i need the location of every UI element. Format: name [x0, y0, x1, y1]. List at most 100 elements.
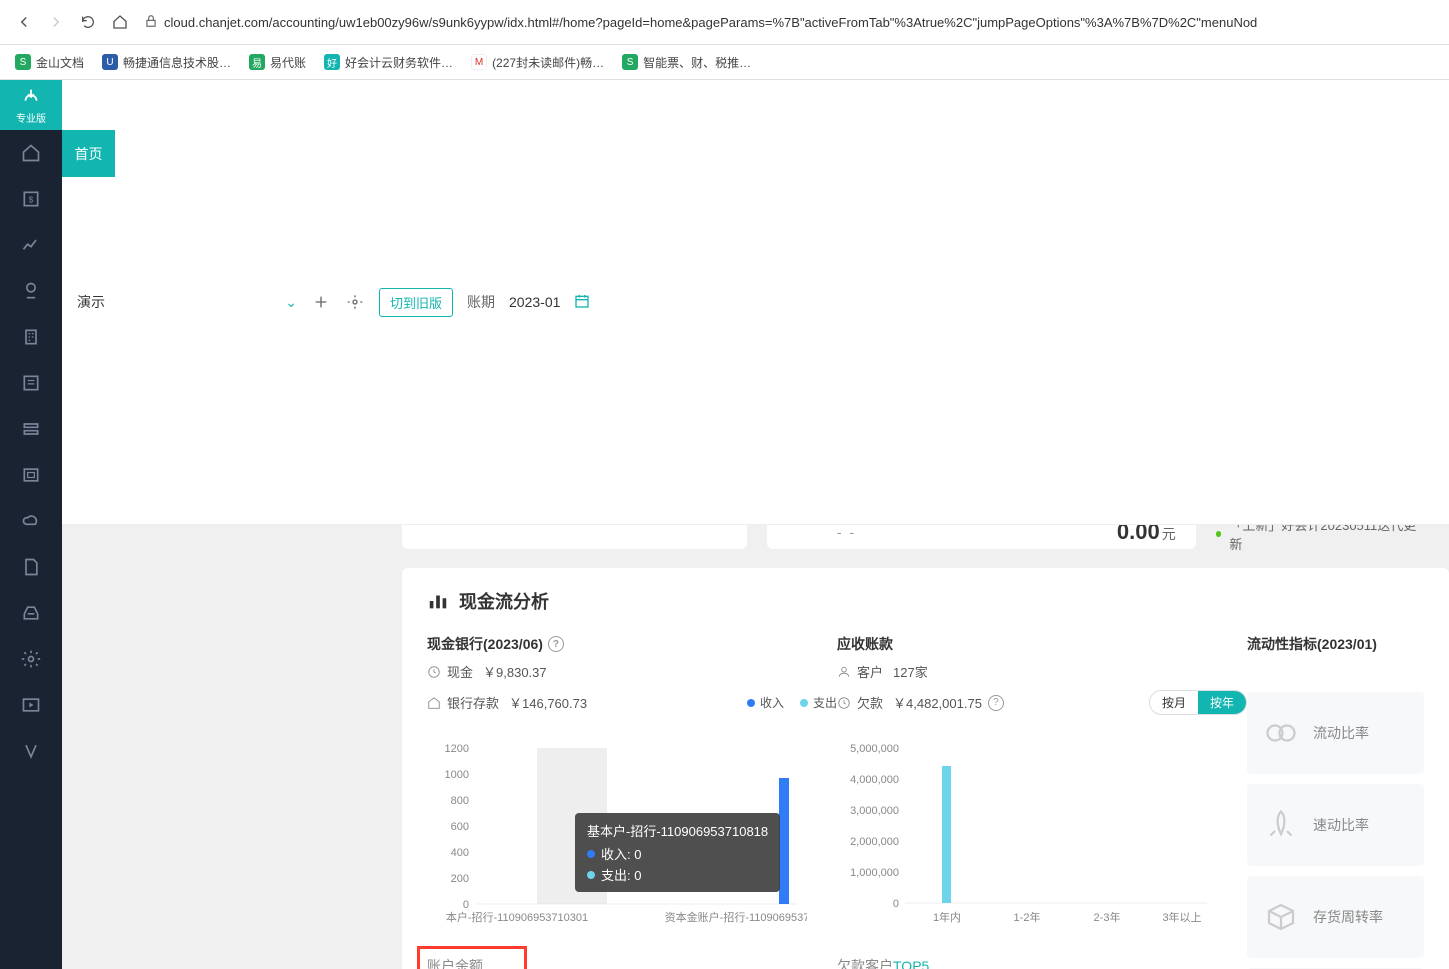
- toggle-month[interactable]: 按月: [1150, 691, 1198, 714]
- svg-text:1000: 1000: [445, 769, 469, 781]
- home-button[interactable]: [106, 8, 134, 36]
- receivable-section-title: 应收账款: [837, 634, 1247, 654]
- sidebar-nav-cloud[interactable]: [0, 498, 62, 544]
- switch-old-version-button[interactable]: 切到旧版: [379, 288, 453, 317]
- status-dot-icon: [1216, 531, 1222, 537]
- sidebar-nav-settings[interactable]: [0, 636, 62, 682]
- reload-button[interactable]: [74, 8, 102, 36]
- bookmark-icon: 好: [324, 54, 340, 70]
- logo-subtitle: 专业版: [16, 110, 46, 125]
- legend-expense: 支出: [800, 694, 837, 711]
- top-card-partial-2: - - 0.00元: [767, 525, 1196, 549]
- svg-text:600: 600: [451, 821, 469, 833]
- zero-unit: 元: [1162, 526, 1176, 542]
- sidebar-nav-building[interactable]: [0, 314, 62, 360]
- svg-text:本户-招行-110906953710301: 本户-招行-110906953710301: [446, 910, 588, 924]
- bar-income: [779, 778, 789, 904]
- sidebar-nav-voucher[interactable]: $: [0, 176, 62, 222]
- sidebar-nav-doc[interactable]: [0, 544, 62, 590]
- period-toggle[interactable]: 按月 按年: [1149, 690, 1247, 715]
- news-ticker[interactable]: 「上新」好会计20230511迭代更新: [1216, 525, 1429, 553]
- legend-income: 收入: [747, 694, 784, 711]
- help-icon[interactable]: ?: [548, 636, 564, 652]
- wallet-icon: [427, 665, 441, 679]
- bookmark-item[interactable]: S金山文档: [15, 54, 84, 71]
- toggle-year[interactable]: 按年: [1198, 691, 1246, 714]
- balance-subtitle: 账户余额: [427, 956, 837, 969]
- cashflow-analysis-card: 现金流分析 现金银行(2023/06) ? 现金 ￥9,830.37: [402, 568, 1449, 969]
- svg-text:200: 200: [451, 873, 469, 885]
- svg-text:1-2年: 1-2年: [1014, 910, 1041, 924]
- bookmark-item[interactable]: 好好会计云财务软件…: [324, 54, 453, 71]
- indicator-quick-ratio[interactable]: 速动比率: [1247, 784, 1424, 866]
- deposit-label: 银行存款: [447, 693, 499, 712]
- sidebar-nav-report[interactable]: [0, 222, 62, 268]
- owed-label: 欠款: [857, 693, 883, 712]
- svg-text:4,000,000: 4,000,000: [850, 774, 899, 786]
- main-sidebar: 专业版 $: [0, 80, 62, 969]
- cash-bank-chart[interactable]: 1200 1000 800 600 400 200 0 本户-招行-110: [427, 738, 837, 938]
- bar-chart-icon: [427, 590, 449, 612]
- chevron-down-icon: ⌄: [285, 294, 297, 311]
- url-text: cloud.chanjet.com/accounting/uw1eb00zy96…: [164, 15, 1257, 30]
- bookmark-item[interactable]: S智能票、财、税推…: [622, 54, 751, 71]
- svg-text:400: 400: [451, 847, 469, 859]
- svg-text:1,000,000: 1,000,000: [850, 867, 899, 879]
- period-value: 2023-01: [509, 294, 560, 310]
- bookmark-icon: 易: [249, 54, 265, 70]
- sidebar-nav-archive[interactable]: [0, 452, 62, 498]
- bookmark-item[interactable]: 易易代账: [249, 54, 306, 71]
- bookmark-icon: U: [102, 54, 118, 70]
- bookmark-icon: M: [471, 54, 487, 70]
- settings-button[interactable]: [345, 292, 365, 312]
- sidebar-nav-inbox[interactable]: [0, 590, 62, 636]
- debt-icon: [837, 696, 851, 710]
- bookmark-item[interactable]: M(227封未读邮件)畅…: [471, 54, 604, 71]
- calendar-icon[interactable]: [574, 293, 590, 312]
- indicator-inventory-turnover[interactable]: 存货周转率: [1247, 876, 1424, 958]
- svg-text:2-3年: 2-3年: [1094, 910, 1121, 924]
- sidebar-nav-v[interactable]: [0, 728, 62, 774]
- header-bar: 首页 演示 ⌄ 切到旧版 账期 2023-01: [62, 80, 1449, 525]
- svg-text:$: $: [29, 194, 34, 204]
- customer-icon: [837, 665, 851, 679]
- card-title: 现金流分析: [459, 588, 549, 614]
- svg-text:2,000,000: 2,000,000: [850, 836, 899, 848]
- sidebar-nav-video[interactable]: [0, 682, 62, 728]
- customer-label: 客户: [857, 662, 883, 681]
- box-icon: [1263, 899, 1299, 935]
- sidebar-nav-assets[interactable]: [0, 268, 62, 314]
- bookmark-item[interactable]: U畅捷通信息技术股…: [102, 54, 231, 71]
- receivable-aging-chart[interactable]: 5,000,000 4,000,000 3,000,000 2,000,000 …: [837, 738, 1247, 938]
- company-selector[interactable]: 演示 ⌄: [77, 288, 297, 316]
- browser-toolbar: cloud.chanjet.com/accounting/uw1eb00zy96…: [0, 0, 1449, 45]
- svg-text:资本金账户-招行-1109069537: 资本金账户-招行-1109069537: [665, 910, 807, 924]
- sidebar-nav-tax[interactable]: [0, 406, 62, 452]
- svg-text:3年以上: 3年以上: [1162, 910, 1201, 924]
- period-label: 账期: [467, 292, 495, 312]
- svg-text:3,000,000: 3,000,000: [850, 805, 899, 817]
- indicator-current-ratio[interactable]: 流动比率: [1247, 692, 1424, 774]
- svg-text:0: 0: [463, 899, 469, 911]
- top-card-partial-1: [402, 525, 747, 549]
- home-tab[interactable]: 首页: [62, 130, 115, 177]
- owed-value: ￥4,482,001.75: [893, 693, 982, 712]
- chart-tooltip: 基本户-招行-110906953710818 收入: 0 支出: 0: [575, 813, 780, 892]
- bookmark-icon: S: [15, 54, 31, 70]
- deposit-value: ￥146,760.73: [509, 693, 587, 712]
- ratio-icon: [1263, 715, 1299, 751]
- sidebar-nav-form[interactable]: [0, 360, 62, 406]
- svg-text:1年内: 1年内: [933, 910, 961, 924]
- forward-button[interactable]: [42, 8, 70, 36]
- svg-text:800: 800: [451, 795, 469, 807]
- back-button[interactable]: [10, 8, 38, 36]
- company-name: 演示: [77, 292, 105, 312]
- url-bar[interactable]: cloud.chanjet.com/accounting/uw1eb00zy96…: [144, 14, 1439, 31]
- app-logo[interactable]: 专业版: [0, 80, 62, 130]
- help-icon[interactable]: ?: [988, 695, 1004, 711]
- debtors-subtitle: 欠款客户TOP5: [837, 956, 1247, 969]
- liquidity-section-title: 流动性指标(2023/01): [1247, 634, 1424, 654]
- lock-icon: [144, 14, 158, 31]
- sidebar-nav-home[interactable]: [0, 130, 62, 176]
- add-button[interactable]: [311, 292, 331, 312]
